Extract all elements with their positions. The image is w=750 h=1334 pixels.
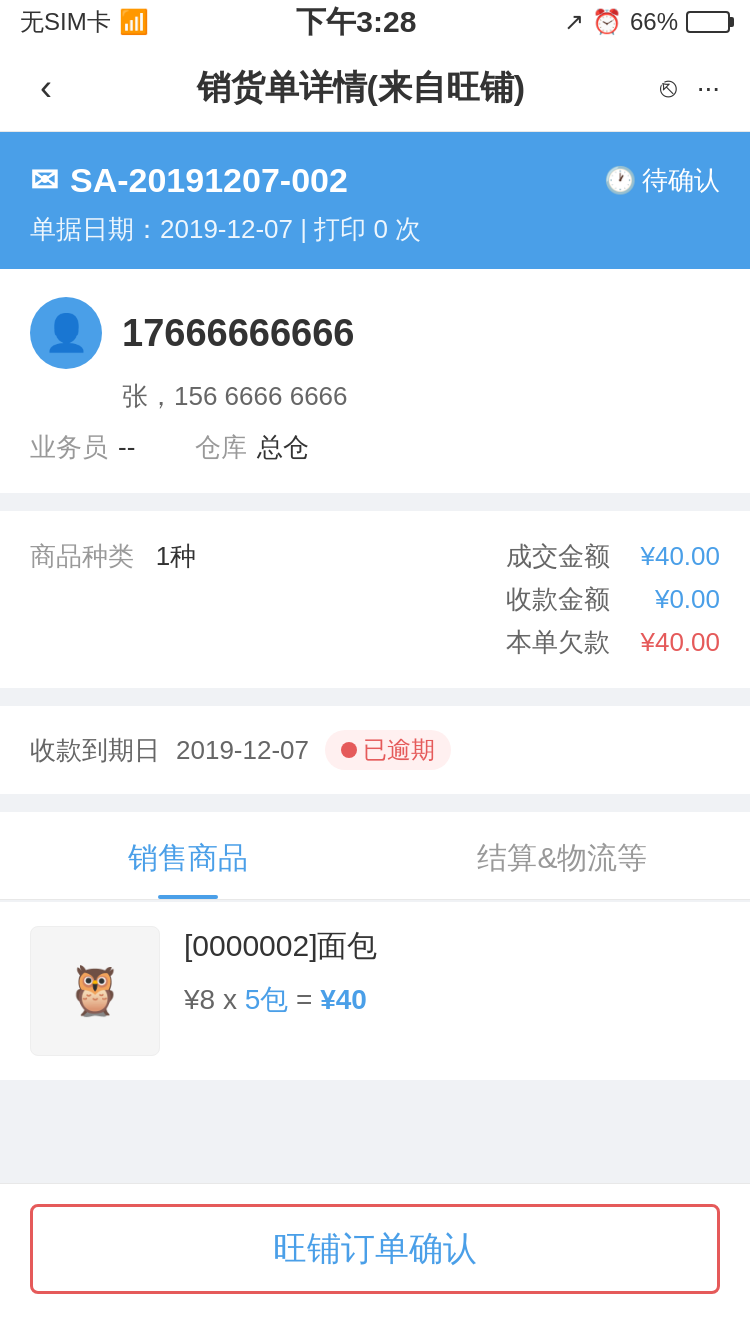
amount-value-0: ¥40.00 — [640, 541, 720, 572]
duedate-value: 2019-12-07 — [176, 735, 309, 766]
more-button[interactable]: ··· — [697, 72, 720, 104]
nav-bar: ‹ 销货单详情(来自旺铺) ⎋ ··· — [0, 44, 750, 132]
status-left: 无SIM卡 📶 — [20, 6, 149, 38]
location-icon: ↗ — [564, 8, 584, 36]
duedate-card: 收款到期日 2019-12-07 已逾期 — [0, 706, 750, 794]
summary-card: 商品种类 1种 成交金额 ¥40.00 收款金额 ¥0.00 本单欠款 ¥40.… — [0, 511, 750, 688]
order-id: ✉ SA-20191207-002 — [30, 160, 348, 200]
product-name: [0000002]面包 — [184, 926, 720, 967]
carrier-label: 无SIM卡 — [20, 6, 111, 38]
amount-value-2: ¥40.00 — [640, 627, 720, 658]
warehouse-value: 总仓 — [257, 430, 309, 465]
bottom-area: 旺铺订单确认 — [0, 1183, 750, 1334]
equal-sign: = — [288, 984, 320, 1015]
overdue-dot-icon — [341, 742, 357, 758]
product-info: [0000002]面包 ¥8 x 5包 = ¥40 — [184, 926, 720, 1019]
order-id-row: ✉ SA-20191207-002 🕐 待确认 — [30, 160, 720, 200]
amount-value-1: ¥0.00 — [655, 584, 720, 615]
order-date: 单据日期：2019-12-07 | 打印 0 次 — [30, 212, 720, 247]
avatar-icon: 👤 — [44, 312, 89, 354]
product-thumbnail: 🦉 — [30, 926, 160, 1056]
battery-icon — [686, 11, 730, 33]
back-button[interactable]: ‹ — [30, 57, 62, 119]
tab-products[interactable]: 销售商品 — [0, 812, 375, 899]
sales-value: -- — [118, 432, 135, 463]
order-id-value: SA-20191207-002 — [70, 161, 348, 200]
product-type-label: 商品种类 — [30, 541, 134, 571]
customer-meta: 业务员 -- 仓库 总仓 — [30, 430, 720, 465]
tab-products-label: 销售商品 — [128, 841, 248, 874]
amount-label-0: 成交金额 — [506, 539, 610, 574]
order-icon: ✉ — [30, 160, 58, 200]
sales-label: 业务员 — [30, 430, 108, 465]
order-header: ✉ SA-20191207-002 🕐 待确认 单据日期：2019-12-07 … — [0, 132, 750, 269]
tabs-container: 销售商品 结算&物流等 — [0, 812, 750, 900]
status-right: ↗ ⏰ 66% — [564, 8, 730, 36]
customer-name: 张，156 6666 6666 — [30, 379, 720, 414]
product-logo-icon: 🦉 — [65, 963, 125, 1019]
confirm-btn-label: 旺铺订单确认 — [273, 1226, 477, 1272]
status-clock-icon: 🕐 — [604, 165, 636, 196]
amount-label-1: 收款金额 — [506, 582, 610, 617]
overdue-text: 已逾期 — [363, 734, 435, 766]
quantity-value: 5包 — [245, 984, 289, 1015]
price-label: ¥8 x — [184, 984, 245, 1015]
product-card: 🦉 [0000002]面包 ¥8 x 5包 = ¥40 — [0, 902, 750, 1080]
status-bar: 无SIM卡 📶 下午3:28 ↗ ⏰ 66% — [0, 0, 750, 44]
overdue-badge: 已逾期 — [325, 730, 451, 770]
customer-phone: 17666666666 — [122, 312, 354, 355]
tab-settlement[interactable]: 结算&物流等 — [375, 812, 750, 899]
warehouse-meta: 仓库 总仓 — [195, 430, 309, 465]
wifi-icon: 📶 — [119, 8, 149, 36]
total-value: ¥40 — [320, 984, 367, 1015]
nav-actions: ⎋ ··· — [660, 72, 720, 104]
product-price: ¥8 x 5包 = ¥40 — [184, 981, 720, 1019]
share-button[interactable]: ⎋ — [660, 72, 677, 104]
amount-row-0: 成交金额 ¥40.00 — [506, 539, 720, 574]
duedate-label: 收款到期日 — [30, 733, 160, 768]
avatar: 👤 — [30, 297, 102, 369]
sales-meta: 业务员 -- — [30, 430, 135, 465]
amount-label-2: 本单欠款 — [506, 625, 610, 660]
amount-row-1: 收款金额 ¥0.00 — [506, 582, 720, 617]
product-type-value: 1种 — [156, 541, 196, 571]
summary-left: 商品种类 1种 — [30, 539, 196, 574]
status-label: 待确认 — [642, 163, 720, 198]
order-status: 🕐 待确认 — [604, 163, 720, 198]
alarm-icon: ⏰ — [592, 8, 622, 36]
customer-top: 👤 17666666666 — [30, 297, 720, 369]
tab-settlement-label: 结算&物流等 — [477, 841, 647, 874]
customer-card: 👤 17666666666 张，156 6666 6666 业务员 -- 仓库 … — [0, 269, 750, 493]
summary-right: 成交金额 ¥40.00 收款金额 ¥0.00 本单欠款 ¥40.00 — [506, 539, 720, 660]
page-title: 销货单详情(来自旺铺) — [62, 65, 660, 111]
amount-row-2: 本单欠款 ¥40.00 — [506, 625, 720, 660]
battery-label: 66% — [630, 8, 678, 36]
warehouse-label: 仓库 — [195, 430, 247, 465]
time-label: 下午3:28 — [296, 2, 416, 43]
confirm-order-button[interactable]: 旺铺订单确认 — [30, 1204, 720, 1294]
